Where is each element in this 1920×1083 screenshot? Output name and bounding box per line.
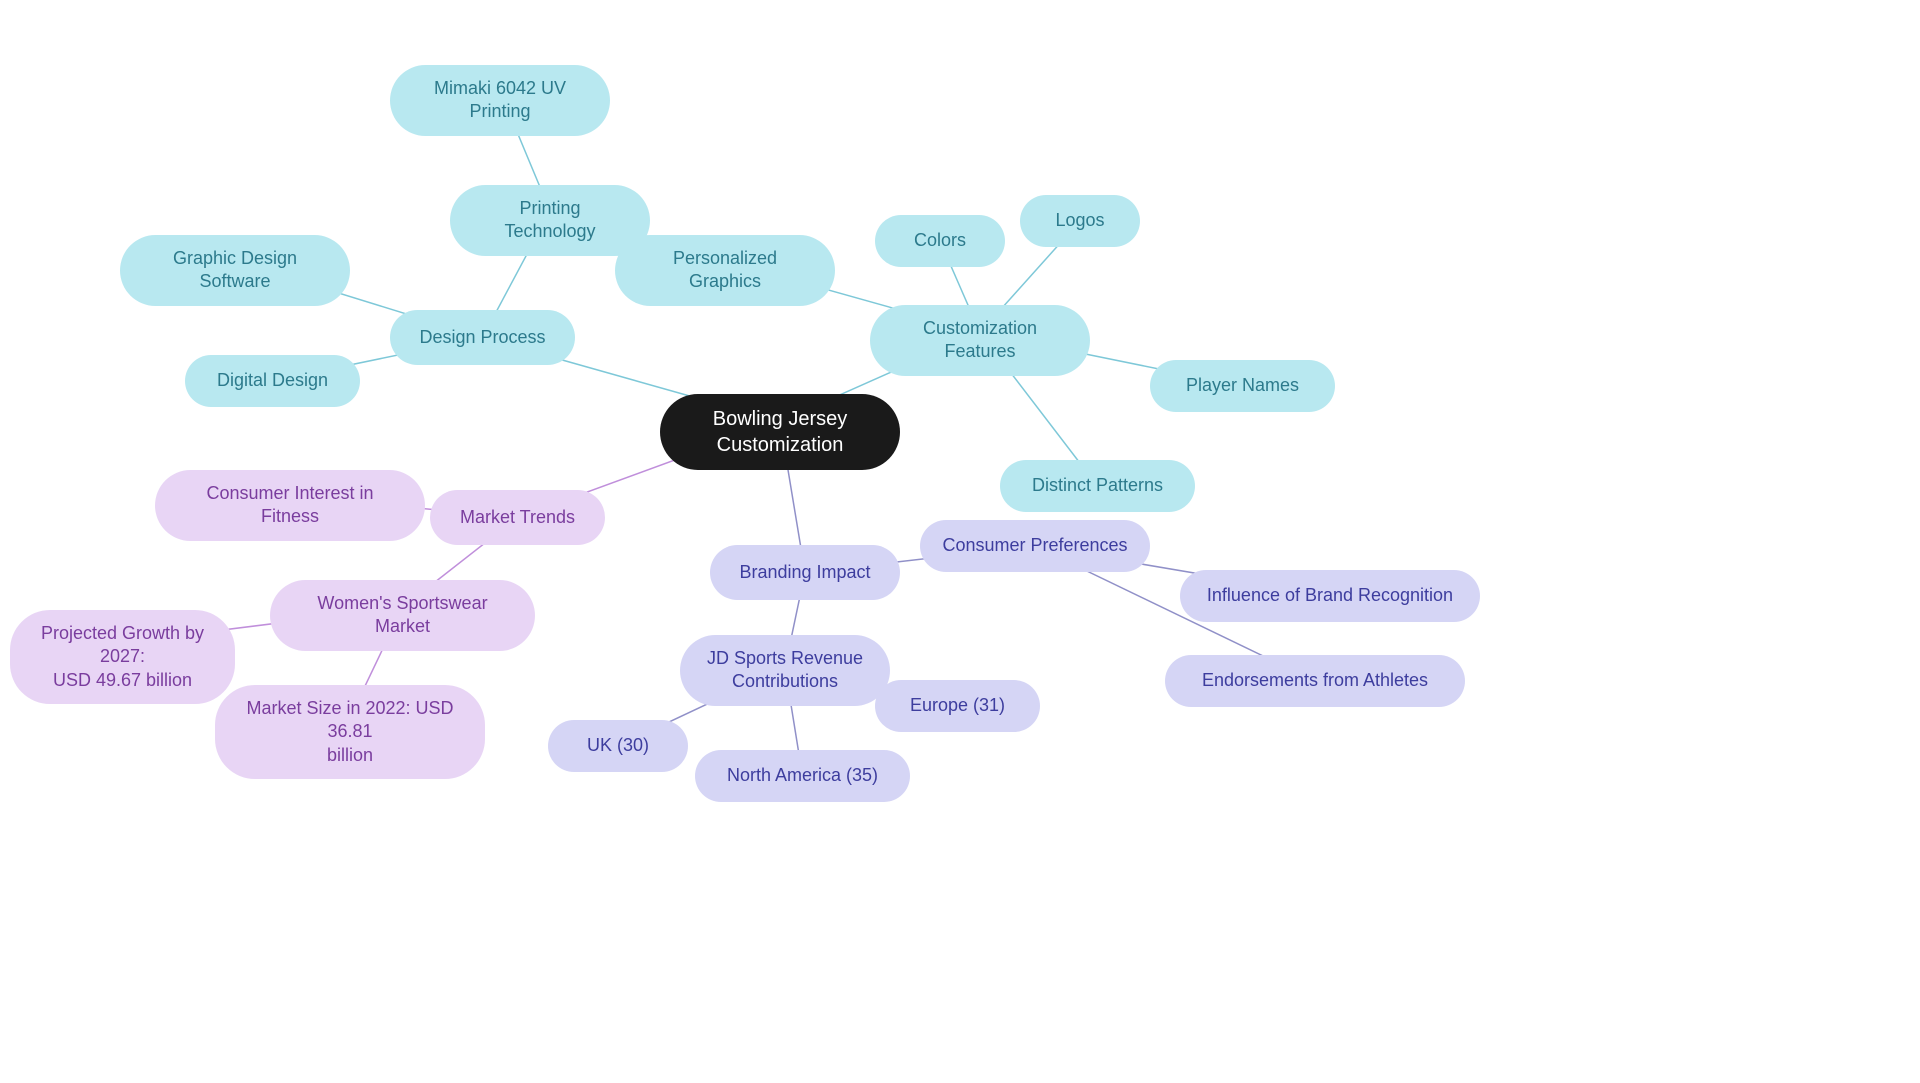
mindmap-container: Bowling Jersey Customization Mimaki 6042 …: [0, 0, 1920, 1083]
node-consumer_pref: Consumer Preferences: [920, 520, 1150, 572]
node-market_trends: Market Trends: [430, 490, 605, 545]
node-logos: Logos: [1020, 195, 1140, 247]
node-projected: Projected Growth by 2027: USD 49.67 bill…: [10, 610, 235, 704]
node-europe: Europe (31): [875, 680, 1040, 732]
node-influence: Influence of Brand Recognition: [1180, 570, 1480, 622]
node-branding: Branding Impact: [710, 545, 900, 600]
node-digital: Digital Design: [185, 355, 360, 407]
node-graphic: Graphic Design Software: [120, 235, 350, 306]
node-personalized: Personalized Graphics: [615, 235, 835, 306]
node-north_america: North America (35): [695, 750, 910, 802]
node-womens: Women's Sportswear Market: [270, 580, 535, 651]
node-customization: Customization Features: [870, 305, 1090, 376]
node-market_size: Market Size in 2022: USD 36.81 billion: [215, 685, 485, 779]
node-jd_sports: JD Sports Revenue Contributions: [680, 635, 890, 706]
node-playernames: Player Names: [1150, 360, 1335, 412]
node-printing: Printing Technology: [450, 185, 650, 256]
node-consumer_fitness: Consumer Interest in Fitness: [155, 470, 425, 541]
node-mimaki: Mimaki 6042 UV Printing: [390, 65, 610, 136]
node-patterns: Distinct Patterns: [1000, 460, 1195, 512]
node-design: Design Process: [390, 310, 575, 365]
center-node: Bowling Jersey Customization: [660, 394, 900, 470]
node-colors: Colors: [875, 215, 1005, 267]
node-uk: UK (30): [548, 720, 688, 772]
node-endorsements: Endorsements from Athletes: [1165, 655, 1465, 707]
